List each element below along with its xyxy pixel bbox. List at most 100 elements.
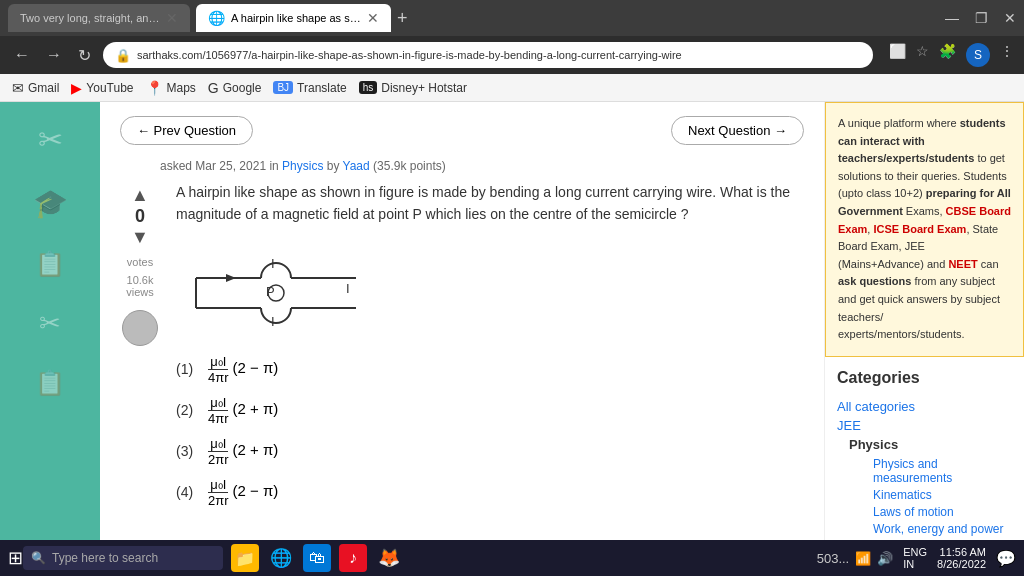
- taskbar-search[interactable]: 🔍 Type here to search: [23, 546, 223, 570]
- url-text: sarthaks.com/1056977/a-hairpin-like-shap…: [137, 49, 682, 61]
- option-3-num: (3): [176, 443, 196, 459]
- clock: 11:56 AM 8/26/2022: [937, 546, 986, 570]
- bookmark-translate-label: Translate: [297, 81, 347, 95]
- option-4-expr: μ₀I2πr(2 − π): [204, 477, 278, 508]
- views-count: 10.6k views: [120, 274, 160, 298]
- maps-icon: 📍: [146, 80, 163, 96]
- svg-text:I: I: [271, 256, 275, 271]
- svg-text:P: P: [266, 284, 275, 299]
- diagram: P I I I: [176, 238, 804, 338]
- next-question-button[interactable]: Next Question →: [671, 116, 804, 145]
- hotstar-icon: hs: [359, 81, 378, 94]
- extension-icon[interactable]: 🧩: [939, 43, 956, 67]
- close-icon[interactable]: ✕: [1004, 10, 1016, 26]
- back-button[interactable]: ←: [10, 44, 34, 66]
- bookmark-icon[interactable]: ☆: [916, 43, 929, 67]
- search-icon: 🔍: [31, 551, 46, 565]
- option-3[interactable]: (3) μ₀I2πr(2 + π): [176, 436, 804, 467]
- cat-physics-measurements[interactable]: Physics and measurements: [849, 454, 1012, 485]
- question-navigation: ← Prev Question Next Question →: [100, 102, 824, 159]
- question-text: A hairpin like shape as shown in figure …: [176, 181, 804, 226]
- downvote-button[interactable]: ▼: [131, 227, 149, 248]
- option-2-num: (2): [176, 402, 196, 418]
- graduate-icon: 🎓: [33, 187, 68, 220]
- clipboard-icon: 📋: [35, 250, 65, 278]
- physics-link[interactable]: Physics: [282, 159, 323, 173]
- svg-marker-8: [226, 274, 236, 282]
- cat-work-energy[interactable]: Work, energy and power: [849, 519, 1012, 536]
- cat-laws-of-motion[interactable]: Laws of motion: [849, 502, 1012, 519]
- taskbar-vpn[interactable]: 🦊: [375, 544, 403, 572]
- options-list: (1) μ₀I4πr(2 − π) (2) μ₀I4πr(2 + π) (3): [176, 354, 804, 508]
- date-display: 8/26/2022: [937, 558, 986, 570]
- question-body: ▲ 0 ▼ votes 10.6k views A hairpin like s…: [100, 181, 824, 518]
- google-icon: G: [208, 80, 219, 96]
- start-button[interactable]: ⊞: [8, 547, 23, 569]
- url-input[interactable]: 🔒 sarthaks.com/1056977/a-hairpin-like-sh…: [103, 42, 873, 68]
- taskbar-file-explorer[interactable]: 📁: [231, 544, 259, 572]
- cat-jee[interactable]: JEE: [837, 416, 1012, 435]
- taskbar-pinned-icons: 📁 🌐 🛍 ♪ 🦊: [231, 544, 403, 572]
- forward-button[interactable]: →: [42, 44, 66, 66]
- bookmark-youtube[interactable]: ▶ YouTube: [71, 80, 133, 96]
- option-4[interactable]: (4) μ₀I2πr(2 − π): [176, 477, 804, 508]
- bookmark-bar: ✉ Gmail ▶ YouTube 📍 Maps G Google BJ Tra…: [0, 74, 1024, 102]
- cat-physics: Physics Physics and measurements Kinemat…: [837, 435, 1012, 553]
- vote-label: votes: [127, 256, 153, 268]
- bookmark-hotstar-label: Disney+ Hotstar: [381, 81, 467, 95]
- option-2[interactable]: (2) μ₀I4πr(2 + π): [176, 395, 804, 426]
- main-layout: ✂ 🎓 📋 ✂ 📋 ← Prev Question Next Question …: [0, 102, 1024, 576]
- bookmark-google-label: Google: [223, 81, 262, 95]
- left-decoration: ✂ 🎓 📋 ✂ 📋: [0, 102, 100, 576]
- bookmark-youtube-label: YouTube: [86, 81, 133, 95]
- cast-icon[interactable]: ⬜: [889, 43, 906, 67]
- upvote-button[interactable]: ▲: [131, 185, 149, 206]
- cat-physics-label[interactable]: Physics: [849, 435, 1012, 454]
- system-tray: 503... 📶 🔊: [817, 551, 894, 566]
- taskbar-music[interactable]: ♪: [339, 544, 367, 572]
- wifi-icon: 📶: [855, 551, 871, 566]
- restore-icon[interactable]: ❐: [975, 10, 988, 26]
- question-content: A hairpin like shape as shown in figure …: [160, 181, 804, 518]
- tab-2-close[interactable]: ✕: [367, 10, 379, 26]
- right-sidebar: A unique platform where students can int…: [824, 102, 1024, 576]
- bookmark-translate[interactable]: BJ Translate: [273, 81, 346, 95]
- option-3-expr: μ₀I2πr(2 + π): [204, 436, 278, 467]
- menu-icon[interactable]: ⋮: [1000, 43, 1014, 67]
- clipboard-icon-2: 📋: [35, 369, 65, 397]
- gmail-icon: ✉: [12, 80, 24, 96]
- option-4-num: (4): [176, 484, 196, 500]
- categories-title: Categories: [837, 369, 1012, 387]
- notification-icon[interactable]: 💬: [996, 549, 1016, 568]
- option-2-expr: μ₀I4πr(2 + π): [204, 395, 278, 426]
- bookmark-google[interactable]: G Google: [208, 80, 262, 96]
- tab-1-close[interactable]: ✕: [166, 10, 178, 26]
- profile-icon[interactable]: S: [966, 43, 990, 67]
- taskbar-chrome[interactable]: 🌐: [267, 544, 295, 572]
- bookmark-gmail[interactable]: ✉ Gmail: [12, 80, 59, 96]
- browser-chrome: Two very long, straight, and insu ✕ 🌐 A …: [0, 0, 1024, 36]
- youtube-icon: ▶: [71, 80, 82, 96]
- content-area: ← Prev Question Next Question → asked Ma…: [100, 102, 824, 576]
- refresh-button[interactable]: ↻: [74, 44, 95, 67]
- minimize-icon[interactable]: —: [945, 10, 959, 26]
- bookmark-hotstar[interactable]: hs Disney+ Hotstar: [359, 81, 467, 95]
- svg-text:I: I: [346, 281, 350, 296]
- vote-count: 0: [135, 206, 145, 227]
- author-link[interactable]: Yaad: [343, 159, 370, 173]
- translate-icon: BJ: [273, 81, 293, 94]
- language-label: ENG: [903, 546, 927, 558]
- taskbar-store[interactable]: 🛍: [303, 544, 331, 572]
- volume-icon[interactable]: 🔊: [877, 551, 893, 566]
- cat-all[interactable]: All categories: [837, 397, 1012, 416]
- prev-question-button[interactable]: ← Prev Question: [120, 116, 253, 145]
- bookmark-maps[interactable]: 📍 Maps: [146, 80, 196, 96]
- option-1[interactable]: (1) μ₀I4πr(2 − π): [176, 354, 804, 385]
- svg-text:I: I: [271, 314, 275, 329]
- bookmark-gmail-label: Gmail: [28, 81, 59, 95]
- cat-kinematics[interactable]: Kinematics: [849, 485, 1012, 502]
- new-tab-button[interactable]: +: [397, 8, 408, 29]
- taskbar-search-label: Type here to search: [52, 551, 158, 565]
- tab-1[interactable]: Two very long, straight, and insu ✕: [8, 4, 190, 32]
- tab-2[interactable]: 🌐 A hairpin like shape as shown in ✕: [196, 4, 391, 32]
